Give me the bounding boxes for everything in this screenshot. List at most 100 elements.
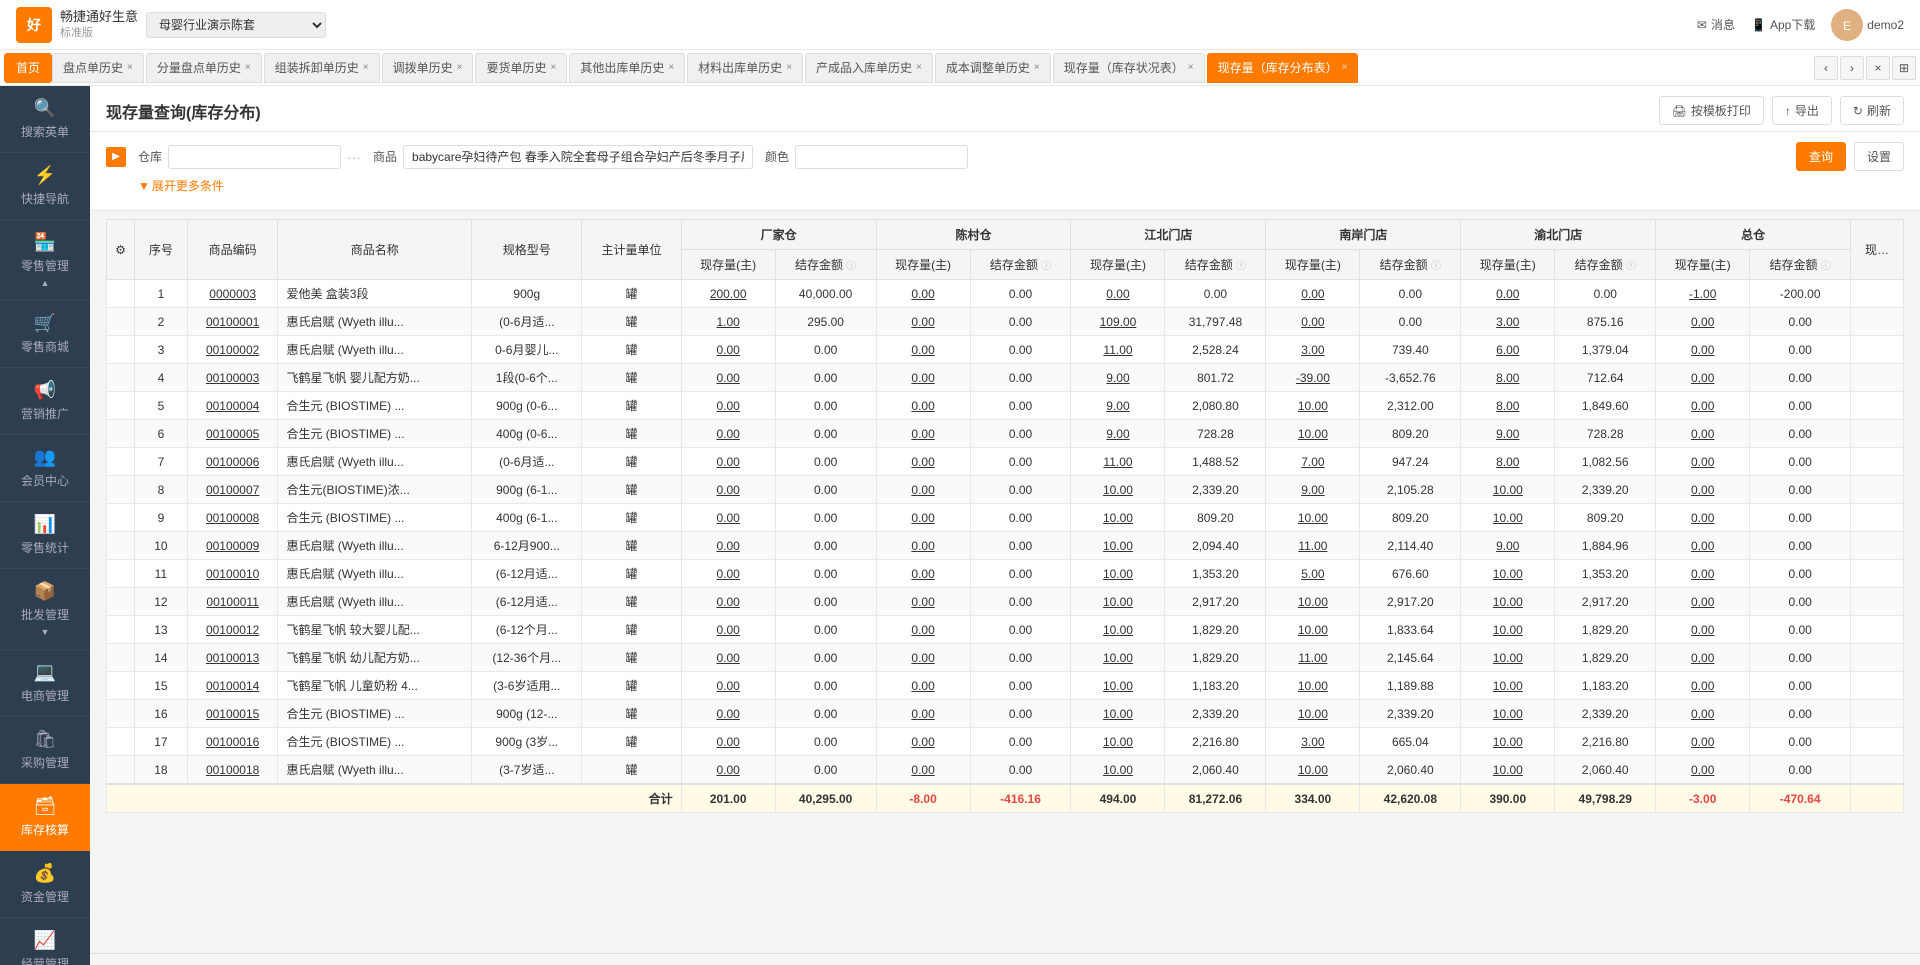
row-total-qty[interactable]: 0.00	[1656, 532, 1750, 560]
row-nanan-qty[interactable]: 10.00	[1266, 700, 1360, 728]
row-code[interactable]: 00100005	[187, 420, 278, 448]
row-factory-qty[interactable]: 0.00	[681, 672, 775, 700]
row-jiangbei-qty[interactable]: 10.00	[1071, 700, 1165, 728]
row-nanan-qty[interactable]: 10.00	[1266, 588, 1360, 616]
tab-next[interactable]: ›	[1840, 56, 1864, 80]
row-nanan-qty[interactable]: 0.00	[1266, 308, 1360, 336]
row-jiangbei-qty[interactable]: 11.00	[1071, 448, 1165, 476]
row-jiangbei-qty[interactable]: 10.00	[1071, 532, 1165, 560]
row-nanan-qty[interactable]: 3.00	[1266, 728, 1360, 756]
sidebar-item-wholesale[interactable]: 📦 批发管理 ▼	[0, 569, 90, 650]
row-nanan-qty[interactable]: 0.00	[1266, 280, 1360, 308]
row-factory-qty[interactable]: 0.00	[681, 392, 775, 420]
row-code[interactable]: 00100013	[187, 644, 278, 672]
row-yubei-qty[interactable]: 10.00	[1461, 700, 1555, 728]
sidebar-item-nav[interactable]: ⚡ 快捷导航	[0, 153, 90, 220]
warehouse-input[interactable]	[168, 145, 341, 169]
row-code[interactable]: 00100018	[187, 756, 278, 785]
row-factory-qty[interactable]: 1.00	[681, 308, 775, 336]
tab-prev[interactable]: ‹	[1814, 56, 1838, 80]
expand-btn[interactable]: ▼ 展开更多条件	[138, 177, 224, 194]
row-total-qty[interactable]: 0.00	[1656, 504, 1750, 532]
row-factory-qty[interactable]: 0.00	[681, 728, 775, 756]
tab-fenliang[interactable]: 分量盘点单历史 ×	[146, 53, 262, 83]
row-total-qty[interactable]: -1.00	[1656, 280, 1750, 308]
sidebar-item-ecommerce[interactable]: 💻 电商管理	[0, 650, 90, 717]
row-code[interactable]: 00100008	[187, 504, 278, 532]
row-nanan-qty[interactable]: 11.00	[1266, 532, 1360, 560]
row-total-qty[interactable]: 0.00	[1656, 644, 1750, 672]
row-nanan-qty[interactable]: 10.00	[1266, 672, 1360, 700]
row-yubei-qty[interactable]: 10.00	[1461, 476, 1555, 504]
sidebar-item-operation[interactable]: 📈 经营管理	[0, 918, 90, 965]
row-yubei-qty[interactable]: 8.00	[1461, 392, 1555, 420]
row-chencu-qty[interactable]: 0.00	[876, 448, 970, 476]
row-factory-qty[interactable]: 0.00	[681, 616, 775, 644]
row-jiangbei-qty[interactable]: 10.00	[1071, 756, 1165, 785]
row-factory-qty[interactable]: 0.00	[681, 756, 775, 785]
row-factory-qty[interactable]: 0.00	[681, 560, 775, 588]
row-code[interactable]: 00100002	[187, 336, 278, 364]
sidebar-item-finance[interactable]: 💰 资金管理	[0, 851, 90, 918]
row-factory-qty[interactable]: 0.00	[681, 644, 775, 672]
row-chencu-qty[interactable]: 0.00	[876, 504, 970, 532]
row-jiangbei-qty[interactable]: 0.00	[1071, 280, 1165, 308]
color-input[interactable]	[795, 145, 968, 169]
row-nanan-qty[interactable]: 10.00	[1266, 616, 1360, 644]
row-nanan-qty[interactable]: 3.00	[1266, 336, 1360, 364]
sidebar-item-search[interactable]: 🔍 搜索英单	[0, 86, 90, 153]
info-icon-5[interactable]: ⓘ	[1626, 261, 1636, 272]
row-nanan-qty[interactable]: 10.00	[1266, 392, 1360, 420]
row-chencu-qty[interactable]: 0.00	[876, 728, 970, 756]
row-yubei-qty[interactable]: 6.00	[1461, 336, 1555, 364]
row-code[interactable]: 00100015	[187, 700, 278, 728]
row-total-qty[interactable]: 0.00	[1656, 476, 1750, 504]
row-jiangbei-qty[interactable]: 10.00	[1071, 728, 1165, 756]
print-btn[interactable]: 🖨 按模板打印	[1659, 96, 1764, 125]
row-factory-qty[interactable]: 0.00	[681, 364, 775, 392]
sidebar-item-marketing[interactable]: 📢 营销推广	[0, 368, 90, 435]
company-dropdown[interactable]: 母婴行业演示陈套	[146, 12, 326, 38]
row-chencu-qty[interactable]: 0.00	[876, 644, 970, 672]
row-yubei-qty[interactable]: 9.00	[1461, 420, 1555, 448]
row-nanan-qty[interactable]: 10.00	[1266, 420, 1360, 448]
refresh-btn[interactable]: ↻ 刷新	[1840, 96, 1904, 125]
row-total-qty[interactable]: 0.00	[1656, 588, 1750, 616]
row-jiangbei-qty[interactable]: 10.00	[1071, 588, 1165, 616]
tab-qita[interactable]: 其他出库单历史 ×	[569, 53, 685, 83]
row-code[interactable]: 00100007	[187, 476, 278, 504]
row-yubei-qty[interactable]: 10.00	[1461, 560, 1555, 588]
sidebar-item-purchase[interactable]: 🛍 采购管理	[0, 717, 90, 784]
row-chencu-qty[interactable]: 0.00	[876, 588, 970, 616]
row-factory-qty[interactable]: 0.00	[681, 448, 775, 476]
row-chencu-qty[interactable]: 0.00	[876, 532, 970, 560]
tab-diaobo[interactable]: 调拨单历史 ×	[382, 53, 474, 83]
tab-chengpin[interactable]: 产成品入库单历史 ×	[805, 53, 933, 83]
product-input[interactable]	[403, 145, 753, 169]
info-icon-2[interactable]: ⓘ	[1041, 261, 1051, 272]
row-chencu-qty[interactable]: 0.00	[876, 392, 970, 420]
info-icon-6[interactable]: ⓘ	[1821, 261, 1831, 272]
row-yubei-qty[interactable]: 10.00	[1461, 756, 1555, 785]
row-jiangbei-qty[interactable]: 10.00	[1071, 672, 1165, 700]
row-factory-qty[interactable]: 0.00	[681, 588, 775, 616]
info-icon-4[interactable]: ⓘ	[1431, 261, 1441, 272]
row-code[interactable]: 00100012	[187, 616, 278, 644]
query-btn[interactable]: 查询	[1796, 142, 1846, 171]
tab-chengben[interactable]: 成本调整单历史 ×	[935, 53, 1051, 83]
row-yubei-qty[interactable]: 10.00	[1461, 616, 1555, 644]
row-jiangbei-qty[interactable]: 10.00	[1071, 476, 1165, 504]
row-yubei-qty[interactable]: 0.00	[1461, 280, 1555, 308]
row-nanan-qty[interactable]: 9.00	[1266, 476, 1360, 504]
row-yubei-qty[interactable]: 3.00	[1461, 308, 1555, 336]
row-code[interactable]: 00100014	[187, 672, 278, 700]
row-chencu-qty[interactable]: 0.00	[876, 476, 970, 504]
tab-pandian[interactable]: 盘点单历史 ×	[52, 53, 144, 83]
row-jiangbei-qty[interactable]: 9.00	[1071, 420, 1165, 448]
sidebar-item-inventory[interactable]: 🗃 库存核算	[0, 784, 90, 851]
row-jiangbei-qty[interactable]: 10.00	[1071, 504, 1165, 532]
row-total-qty[interactable]: 0.00	[1656, 672, 1750, 700]
row-code[interactable]: 00100004	[187, 392, 278, 420]
row-nanan-qty[interactable]: 10.00	[1266, 504, 1360, 532]
row-yubei-qty[interactable]: 8.00	[1461, 364, 1555, 392]
